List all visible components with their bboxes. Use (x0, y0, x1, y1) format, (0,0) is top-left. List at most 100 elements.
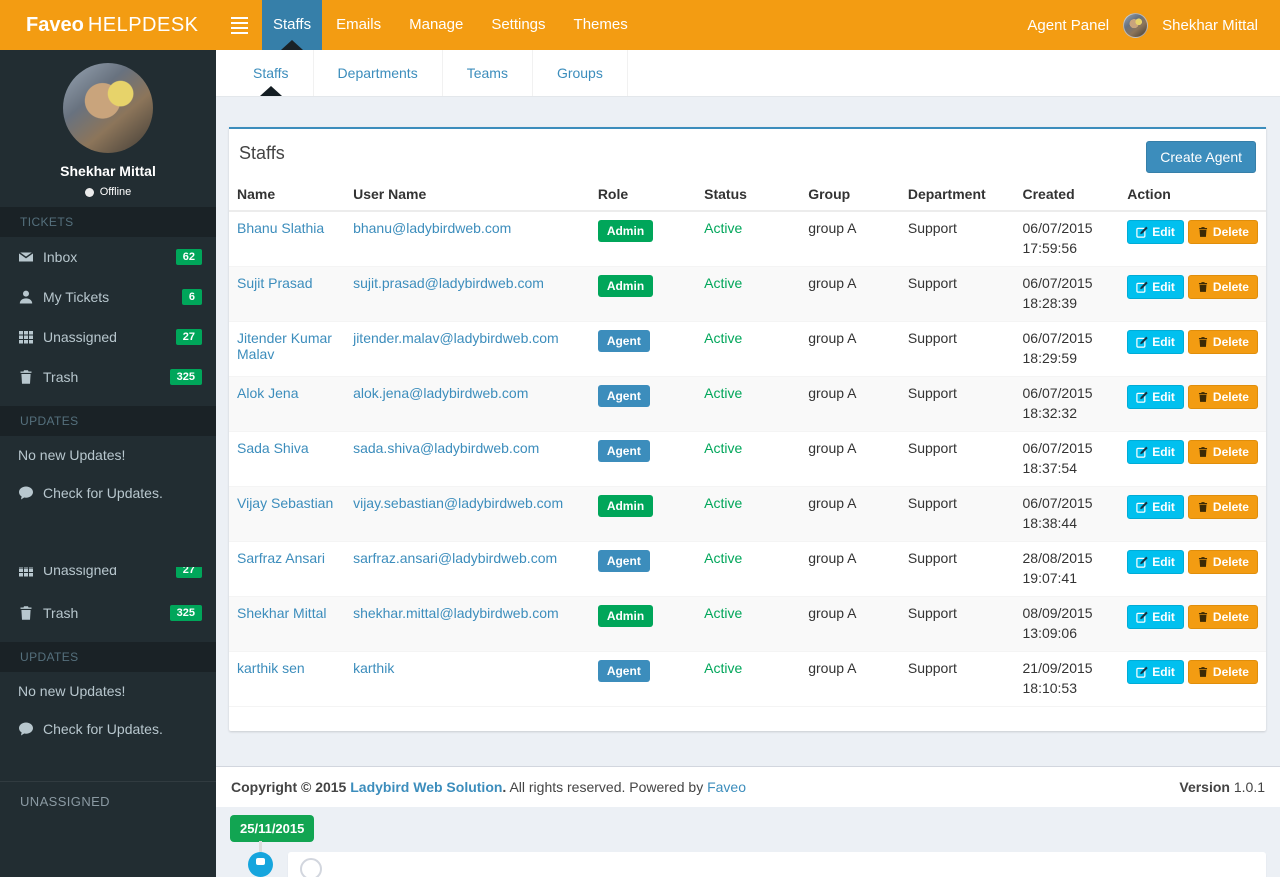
sidebar-item[interactable]: Trash 325 (0, 357, 216, 397)
offline-status-icon (84, 187, 94, 197)
copyright-text: Copyright © 2015 Ladybird Web Solution. … (231, 779, 747, 795)
staff-name-link[interactable]: Sujit Prasad (237, 275, 312, 291)
brand-link[interactable]: Faveo (707, 779, 746, 795)
app-logo[interactable]: Faveo HELPDESK (0, 0, 216, 50)
staff-username-link[interactable]: alok.jena@ladybirdweb.com (353, 385, 528, 401)
sidebar-item[interactable]: Trash 325 (0, 593, 216, 633)
edit-pencil-icon (1136, 281, 1148, 293)
delete-button[interactable]: Delete (1187, 604, 1258, 629)
sidebar-item[interactable]: No new Updates! (0, 436, 216, 474)
secondary-tab-label: Staffs (253, 65, 289, 81)
top-menu-item[interactable]: Settings (477, 0, 559, 50)
staff-username-link[interactable]: sarfraz.ansari@ladybirdweb.com (353, 550, 557, 566)
delete-button[interactable]: Delete (1187, 439, 1258, 464)
sidebar-toggle-button[interactable] (216, 0, 262, 50)
staff-username-link[interactable]: sada.shiva@ladybirdweb.com (353, 440, 539, 456)
role-badge: Agent (597, 549, 650, 572)
col-header-group: Group (800, 178, 900, 212)
staff-username-link[interactable]: bhanu@ladybirdweb.com (353, 220, 511, 236)
sidebar-item[interactable]: Check for Updates. (0, 710, 216, 748)
staff-name-link[interactable]: Shekhar Mittal (237, 605, 326, 621)
group-text: group A (808, 604, 857, 621)
sidebar-avatar (63, 63, 153, 153)
edit-pencil-icon (1136, 446, 1148, 458)
col-header-role: Role (589, 178, 697, 212)
department-text: Support (907, 549, 957, 566)
staff-name-link[interactable]: Bhanu Slathia (237, 220, 324, 236)
trash-icon (18, 369, 34, 385)
created-date: 08/09/2015 (1022, 604, 1093, 621)
department-text: Support (907, 274, 957, 291)
chat-icon (18, 721, 34, 737)
delete-button[interactable]: Delete (1187, 494, 1258, 519)
edit-button[interactable]: Edit (1127, 604, 1184, 629)
top-menu-item[interactable]: Emails (322, 0, 395, 50)
staff-username-link[interactable]: jitender.malav@ladybirdweb.com (353, 330, 559, 346)
role-badge: Admin (597, 604, 654, 627)
user-menu[interactable]: Shekhar Mittal (1162, 17, 1258, 34)
top-navbar: Faveo HELPDESK Staffs Emails Manage Setti… (0, 0, 1280, 50)
edit-button[interactable]: Edit (1127, 549, 1184, 574)
staff-name-link[interactable]: Vijay Sebastian (237, 495, 333, 511)
user-icon (18, 289, 34, 305)
timeline-strip: 25/11/2015 (216, 807, 1280, 877)
staff-username-link[interactable]: sujit.prasad@ladybirdweb.com (353, 275, 544, 291)
delete-button[interactable]: Delete (1187, 220, 1258, 244)
timeline-event-icon (248, 852, 273, 877)
created-date: 06/07/2015 (1022, 494, 1093, 511)
department-text: Support (907, 329, 957, 346)
created-date: 21/09/2015 (1022, 659, 1093, 676)
status-label: Offline (99, 186, 132, 198)
staff-name-link[interactable]: Sada Shiva (237, 440, 309, 456)
status-text: Active (704, 329, 743, 346)
trash-icon (18, 605, 34, 621)
edit-button[interactable]: Edit (1127, 384, 1184, 409)
delete-button[interactable]: Delete (1187, 329, 1258, 354)
delete-button[interactable]: Delete (1187, 549, 1258, 574)
delete-button[interactable]: Delete (1187, 384, 1258, 409)
version-text: Version 1.0.1 (1179, 779, 1265, 795)
edit-button[interactable]: Edit (1127, 329, 1184, 354)
top-menu: Staffs Emails Manage Settings Themes Age… (216, 0, 1280, 50)
top-menu-item[interactable]: Manage (395, 0, 477, 50)
create-agent-button[interactable]: Create Agent (1146, 141, 1256, 173)
top-menu-item[interactable]: Staffs (262, 0, 323, 50)
edit-button[interactable]: Edit (1127, 439, 1184, 464)
sidebar-item[interactable]: No new Updates! (0, 672, 216, 710)
user-avatar[interactable] (1123, 12, 1149, 38)
delete-trash-icon (1198, 281, 1207, 292)
staff-username-link[interactable]: vijay.sebastian@ladybirdweb.com (353, 495, 563, 511)
top-menu-item[interactable]: Themes (560, 0, 642, 50)
envelope-icon (18, 249, 34, 265)
edit-button[interactable]: Edit (1127, 274, 1184, 299)
chat-icon (18, 485, 34, 501)
secondary-tab[interactable]: Staffs (229, 50, 314, 96)
group-text: group A (808, 220, 857, 236)
delete-button[interactable]: Delete (1187, 274, 1258, 299)
agent-panel-link[interactable]: Agent Panel (1027, 17, 1109, 34)
top-menu-item-label: Emails (336, 16, 382, 33)
company-link[interactable]: Ladybird Web Solution (350, 779, 502, 795)
staff-username-link[interactable]: karthik (353, 660, 394, 676)
secondary-tab[interactable]: Groups (533, 50, 628, 96)
secondary-tab[interactable]: Teams (443, 50, 533, 96)
staff-name-link[interactable]: Jitender Kumar Malav (237, 330, 332, 362)
sidebar-item[interactable]: Unassigned 27 (0, 567, 216, 590)
secondary-tab[interactable]: Departments (314, 50, 443, 96)
sidebar-item[interactable]: Inbox 62 (0, 237, 216, 277)
edit-button[interactable]: Edit (1127, 220, 1184, 244)
delete-trash-icon (1198, 501, 1207, 512)
sidebar-item[interactable]: My Tickets 6 (0, 277, 216, 317)
staff-username-link[interactable]: shekhar.mittal@ladybirdweb.com (353, 605, 559, 621)
edit-button[interactable]: Edit (1127, 659, 1184, 684)
top-menu-item-label: Themes (573, 16, 628, 33)
created-date: 06/07/2015 (1022, 439, 1093, 456)
staff-name-link[interactable]: karthik sen (237, 660, 305, 676)
delete-button[interactable]: Delete (1187, 659, 1258, 684)
count-badge: 325 (169, 369, 202, 385)
staff-name-link[interactable]: Sarfraz Ansari (237, 550, 325, 566)
staff-name-link[interactable]: Alok Jena (237, 385, 298, 401)
edit-button[interactable]: Edit (1127, 494, 1184, 519)
sidebar-item[interactable]: Check for Updates. (0, 474, 216, 512)
sidebar-item[interactable]: Unassigned 27 (0, 317, 216, 357)
